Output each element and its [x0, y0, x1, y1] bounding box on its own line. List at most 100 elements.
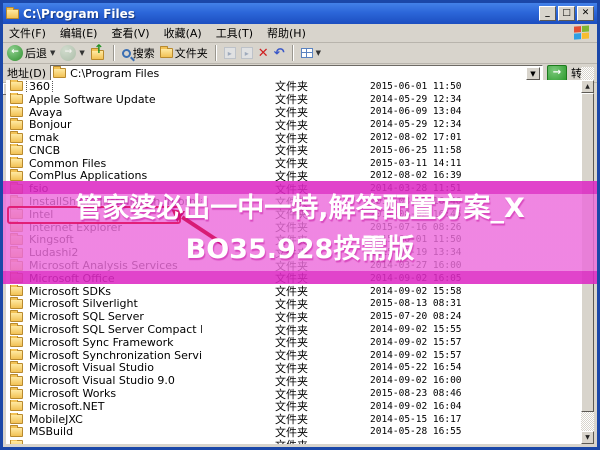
folder-icon [10, 374, 23, 386]
address-input[interactable]: C:\Program Files ▼ [50, 64, 543, 82]
toolbar-separator [291, 45, 294, 61]
menu-favorites[interactable]: 收藏(A) [164, 25, 202, 41]
toolbar-separator [214, 45, 217, 61]
window-folder-icon [6, 6, 19, 19]
folder-icon [10, 425, 23, 437]
folders-icon [159, 46, 173, 58]
file-date: 2014-05-15 16:17 [370, 413, 462, 425]
file-name: Microsoft Visual Studio 9.0 [29, 374, 175, 388]
file-date: 2014-09-02 16:04 [370, 400, 462, 412]
watermark-line2: BO35.928按需版 [185, 234, 415, 265]
menu-file[interactable]: 文件(F) [9, 25, 46, 41]
menu-edit[interactable]: 编辑(E) [60, 25, 98, 41]
copy-to-button[interactable]: ▸ [240, 47, 253, 59]
file-date: 2012-08-02 17:01 [370, 132, 462, 144]
file-date: 2015-08-13 08:31 [370, 298, 462, 310]
file-name: Microsoft Silverlight [29, 297, 138, 311]
close-button[interactable]: ✕ [577, 6, 594, 21]
watermark-overlay: 管家婆必出一中一特,解答配置方案_X BO35.928按需版 [3, 181, 597, 284]
back-label: 后退 [25, 47, 47, 60]
file-name: Avaya [29, 105, 63, 119]
file-type: 文件夹 [271, 437, 366, 444]
move-to-button[interactable]: ▸ [223, 47, 236, 59]
views-dropdown-icon: ▼ [315, 49, 321, 57]
search-button[interactable]: 搜索 [121, 45, 155, 61]
back-button[interactable]: ← 后退 ▼ [7, 45, 55, 61]
folder-icon [10, 80, 23, 92]
menu-help[interactable]: 帮助(H) [267, 25, 306, 41]
go-button[interactable]: → [547, 64, 567, 82]
folder-icon [10, 143, 23, 156]
scroll-down-icon[interactable]: ▼ [581, 431, 594, 444]
file-name: MSBuild [29, 425, 74, 439]
file-name: Microsoft Visual Studio [29, 361, 154, 375]
folder-icon [10, 169, 23, 181]
back-icon: ← [7, 45, 23, 61]
file-name: 360 [26, 80, 53, 93]
forward-dropdown-icon[interactable]: ▼ [79, 49, 84, 57]
file-name: Apple Software Update [29, 92, 156, 106]
folder-icon [10, 118, 23, 130]
file-date: 2014-05-28 16:55 [370, 426, 462, 438]
toolbar-separator [112, 45, 115, 61]
scroll-up-icon[interactable]: ▲ [581, 80, 594, 93]
address-folder-icon [53, 66, 67, 78]
file-name: Common Files [29, 156, 107, 170]
folder-icon [10, 156, 23, 169]
address-value: C:\Program Files [70, 66, 160, 80]
search-icon [121, 48, 131, 58]
file-date: 2015-07-20 08:24 [370, 311, 462, 323]
file-date: 2015-06-25 11:58 [370, 144, 462, 156]
folder-icon [10, 310, 23, 322]
menu-view[interactable]: 查看(V) [111, 25, 149, 41]
file-name: MobileJXC [29, 412, 83, 426]
file-date: 2014-06-09 13:04 [370, 106, 462, 118]
folder-icon [10, 323, 23, 335]
file-date: 2014-09-02 16:00 [370, 375, 462, 387]
toolbar: ← 后退 ▼ → ▼ ↑ 搜索 文件夹 ▸ ▸ ✕ ↶ ▼ [3, 42, 597, 64]
file-date: 2014-09-02 15:57 [370, 349, 462, 361]
delete-button[interactable]: ✕ [258, 47, 269, 60]
address-dropdown-button[interactable]: ▼ [526, 66, 540, 80]
file-date: 2014-09-02 15:55 [370, 324, 462, 336]
file-name: Microsoft SQL Server [29, 310, 144, 324]
file-date: 2014-05-22 16:54 [370, 362, 462, 374]
watermark-line1: 管家婆必出一中一特,解答配置方案_X [75, 193, 525, 224]
file-date: 2015-03-11 14:11 [370, 157, 462, 169]
search-label: 搜索 [132, 47, 155, 60]
file-name: Microsoft SQL Server Compact Edition [29, 323, 202, 337]
windows-logo-icon [574, 25, 591, 41]
folders-button[interactable]: 文件夹 [159, 45, 208, 61]
views-button[interactable]: ▼ [300, 48, 321, 58]
back-dropdown-icon[interactable]: ▼ [50, 49, 55, 57]
menu-tools[interactable]: 工具(T) [216, 25, 253, 41]
folder-icon [10, 348, 23, 361]
folder-icon [10, 387, 23, 399]
views-icon [300, 48, 313, 58]
folder-icon [10, 297, 23, 309]
folder-icon [10, 284, 23, 297]
folder-icon [10, 335, 23, 348]
folder-icon [10, 412, 23, 425]
file-name: Microsoft Works [29, 387, 117, 401]
folders-label: 文件夹 [174, 47, 208, 60]
file-name: Microsoft SDKs [29, 284, 111, 298]
forward-icon: → [60, 45, 77, 61]
folder-icon [10, 131, 23, 143]
file-date: 2014-09-02 15:57 [370, 336, 462, 348]
title-bar[interactable]: C:\Program Files _ □ ✕ [3, 3, 597, 24]
file-row[interactable]: 文件夹 [6, 438, 581, 444]
up-button[interactable]: ↑ [90, 42, 106, 61]
folder-icon [10, 399, 23, 412]
file-name: cmak [29, 131, 59, 145]
minimize-button[interactable]: _ [539, 6, 556, 21]
file-name: Microsoft Synchronization Services [29, 348, 202, 362]
file-name: Microsoft.NET [29, 399, 105, 413]
undo-button[interactable]: ↶ [274, 47, 285, 60]
forward-button[interactable]: → ▼ [60, 45, 85, 61]
folder-icon [10, 92, 23, 105]
file-date: 2012-08-02 16:39 [370, 170, 462, 182]
folder-icon [10, 105, 23, 117]
maximize-button[interactable]: □ [558, 6, 575, 21]
window-title: C:\Program Files [23, 6, 135, 21]
